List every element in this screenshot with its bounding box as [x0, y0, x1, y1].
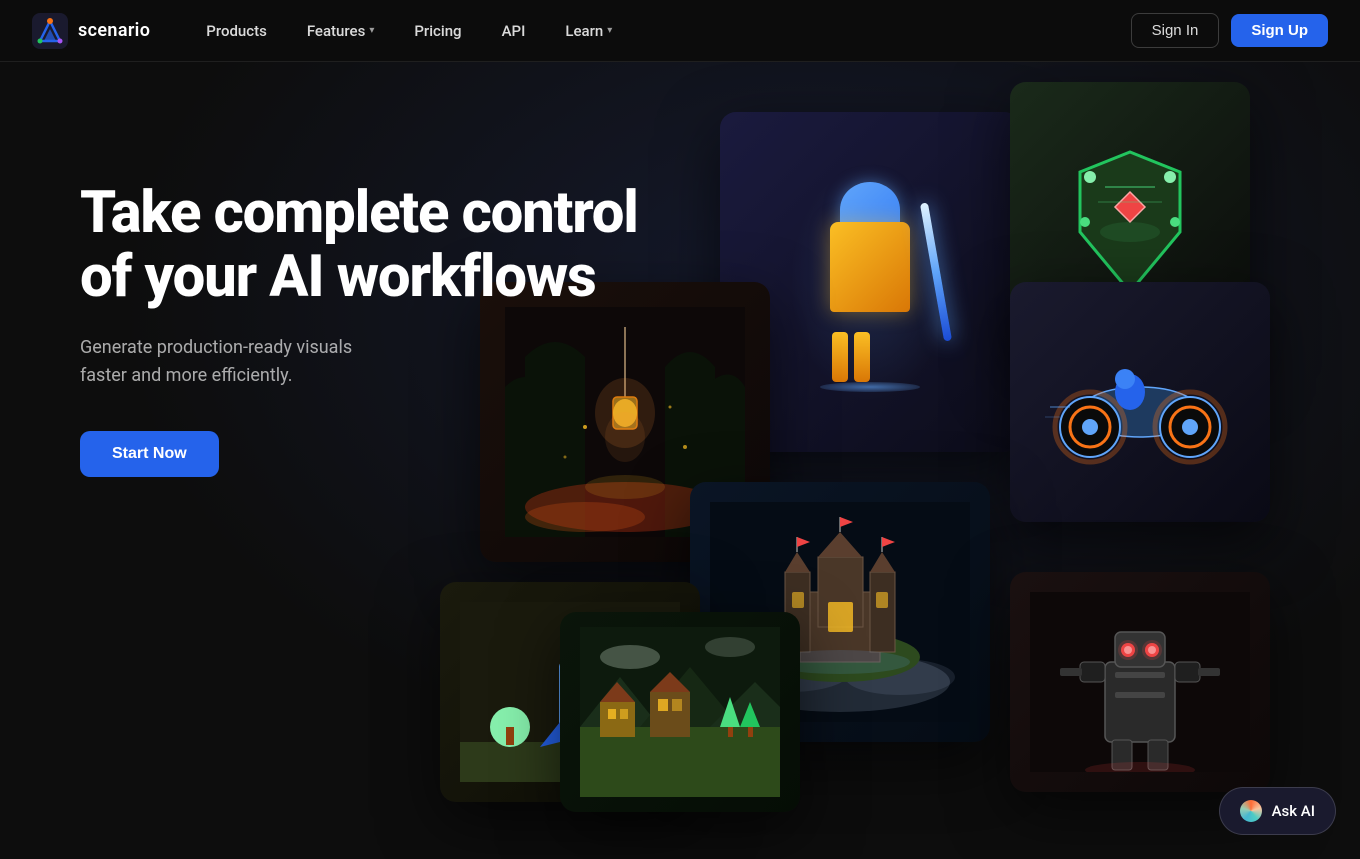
- sign-in-button[interactable]: Sign In: [1131, 13, 1220, 48]
- ask-ai-button[interactable]: Ask AI: [1219, 787, 1336, 835]
- robot-art: [1010, 572, 1270, 792]
- motorcycle-art: [1010, 282, 1270, 522]
- nav-right: Sign In Sign Up: [1131, 13, 1328, 48]
- hero-subtitle: Generate production-ready visualsfaster …: [80, 334, 638, 392]
- village-svg: [580, 627, 780, 797]
- shield-svg: [1060, 142, 1200, 302]
- hero-section: Take complete control of your AI workflo…: [0, 62, 1360, 859]
- nav-left: scenario Products Features ▾ Pricing API…: [32, 13, 628, 49]
- village-card: [560, 612, 800, 812]
- logo[interactable]: scenario: [32, 13, 150, 49]
- ask-ai-icon: [1240, 800, 1262, 822]
- logo-icon: [32, 13, 68, 49]
- nav-item-pricing[interactable]: Pricing: [398, 14, 477, 48]
- robot-svg: [1030, 592, 1250, 772]
- village-art: [560, 612, 800, 812]
- brand-name: scenario: [78, 20, 150, 41]
- hero-image-collage: [520, 82, 1360, 859]
- motorcycle-svg: [1040, 327, 1240, 477]
- hero-content: Take complete control of your AI workflo…: [80, 182, 638, 477]
- warrior-figure: [810, 182, 930, 382]
- hero-title: Take complete control of your AI workflo…: [80, 182, 638, 310]
- nav-item-learn[interactable]: Learn ▾: [549, 14, 628, 48]
- chevron-down-icon: ▾: [369, 25, 374, 36]
- nav-item-products[interactable]: Products: [190, 14, 283, 48]
- robot-card: [1010, 572, 1270, 792]
- sign-up-button[interactable]: Sign Up: [1231, 14, 1328, 47]
- chevron-down-icon-2: ▾: [607, 25, 612, 36]
- navigation: scenario Products Features ▾ Pricing API…: [0, 0, 1360, 62]
- nav-item-api[interactable]: API: [486, 14, 542, 48]
- motorcycle-card: [1010, 282, 1270, 522]
- start-now-button[interactable]: Start Now: [80, 431, 219, 477]
- nav-links: Products Features ▾ Pricing API Learn ▾: [190, 14, 628, 48]
- ask-ai-label: Ask AI: [1272, 802, 1315, 820]
- nav-item-features[interactable]: Features ▾: [291, 14, 391, 48]
